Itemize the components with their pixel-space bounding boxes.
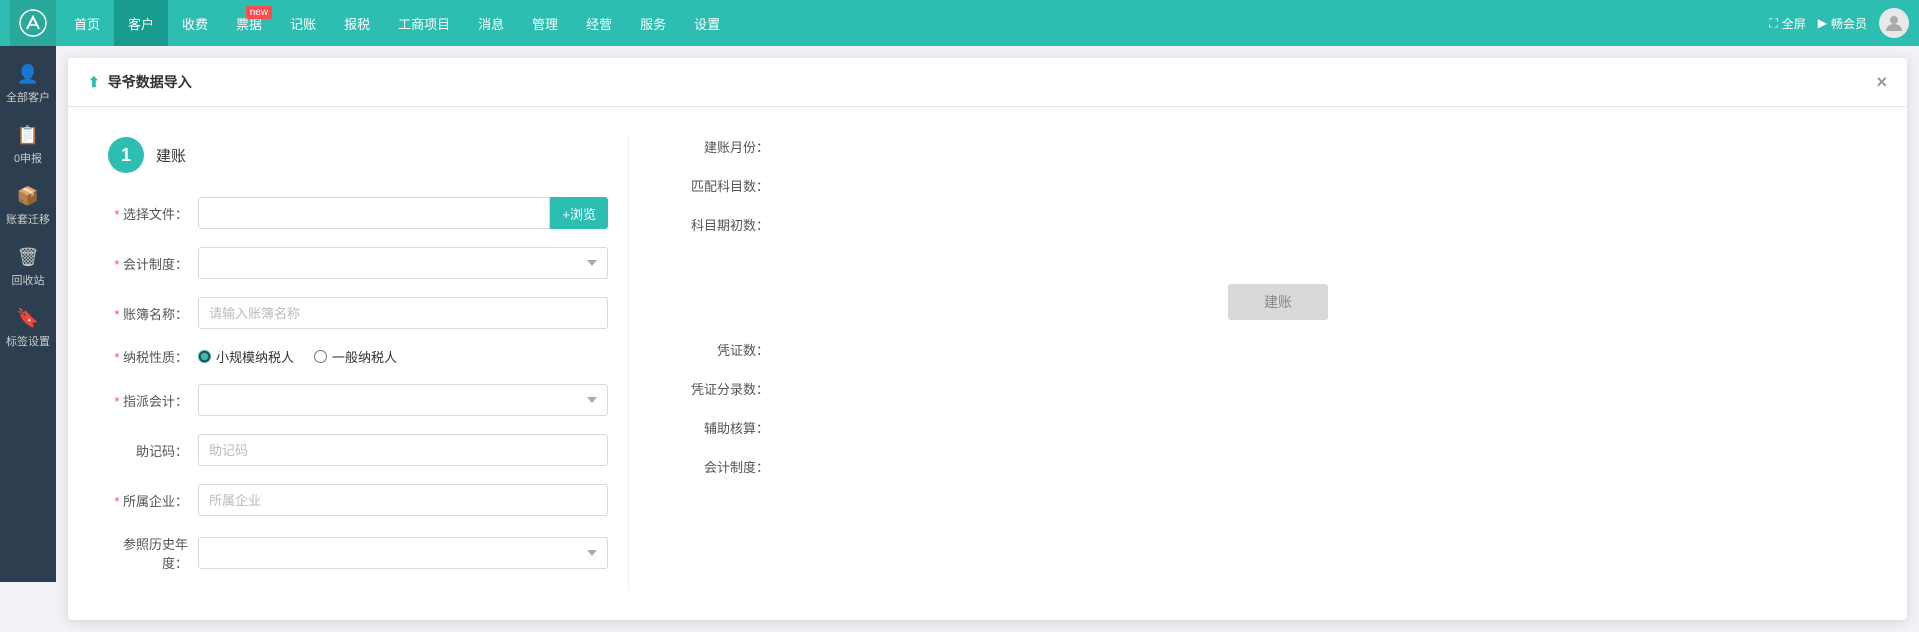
browse-button[interactable]: +浏览 [550, 197, 608, 229]
match-subjects-row: 匹配科目数： [689, 176, 1867, 195]
nav-badge-new: new [246, 6, 272, 19]
dialog-header: ⬆ 导爷数据导入 × [68, 58, 1907, 107]
right-accounting-system-label: 会计制度： [689, 457, 779, 476]
fullscreen-btn[interactable]: ⛶ 全屏 [1769, 15, 1805, 32]
tax-general-label[interactable]: 一般纳税人 [314, 347, 397, 366]
create-account-button[interactable]: 建账 [1228, 284, 1328, 320]
dialog-body: 1 建账 选择文件： +浏览 会计制度： [68, 107, 1907, 620]
subject-initial-row: 科目期初数： [689, 215, 1867, 234]
vip-btn[interactable]: ▶ 畅会员 [1818, 15, 1867, 32]
nav-item-bookkeeping[interactable]: 记账 [276, 0, 330, 46]
memo-row: 助记码： [108, 434, 608, 466]
nav-menu: 首页 客户 收费 票据 new 记账 报税 工商项目 消息 管理 经营 服务 设… [60, 0, 1769, 46]
migration-icon: 📦 [17, 186, 39, 207]
app-logo[interactable] [10, 0, 56, 46]
history-year-row: 参照历史年度： [108, 534, 608, 572]
tax-type-radio-group: 小规模纳税人 一般纳税人 [198, 347, 397, 366]
nav-item-management[interactable]: 管理 [518, 0, 572, 46]
nav-item-messages[interactable]: 消息 [464, 0, 518, 46]
ledger-name-input[interactable] [198, 297, 608, 329]
voucher-entries-label: 凭证分录数： [689, 379, 779, 398]
nav-item-tax[interactable]: 报税 [330, 0, 384, 46]
tax-general-radio[interactable] [314, 350, 327, 363]
sidebar-item-migration[interactable]: 📦 账套迁移 [0, 176, 56, 237]
sidebar-item-zero-report[interactable]: 📋 0申报 [0, 115, 56, 176]
tax-type-row: 纳税性质： 小规模纳税人 一般纳税人 [108, 347, 608, 366]
nav-item-fees[interactable]: 收费 [168, 0, 222, 46]
file-input-group: +浏览 [198, 197, 608, 229]
form-section: 1 建账 选择文件： +浏览 会计制度： [108, 137, 608, 590]
accountant-select[interactable] [198, 384, 608, 416]
voucher-count-row: 凭证数： [689, 340, 1867, 359]
memo-label: 助记码： [108, 441, 198, 460]
ledger-name-row: 账簿名称： [108, 297, 608, 329]
dialog-title: 导爷数据导入 [108, 72, 192, 92]
step-circle: 1 [108, 137, 144, 173]
top-nav: 首页 客户 收费 票据 new 记账 报税 工商项目 消息 管理 经营 服务 设… [0, 0, 1919, 46]
sidebar-item-tags[interactable]: 🔖 标签设置 [0, 298, 56, 359]
voucher-entries-row: 凭证分录数： [689, 379, 1867, 398]
history-year-select[interactable] [198, 537, 608, 569]
accounting-system-label: 会计制度： [108, 254, 198, 273]
nav-item-settings[interactable]: 设置 [680, 0, 734, 46]
nav-item-operations[interactable]: 经营 [572, 0, 626, 46]
build-month-label: 建账月份： [689, 137, 779, 156]
voucher-count-label: 凭证数： [689, 340, 779, 359]
history-year-label: 参照历史年度： [108, 534, 198, 572]
company-label: 所属企业： [108, 491, 198, 510]
match-subjects-label: 匹配科目数： [689, 176, 779, 195]
step-header: 1 建账 [108, 137, 608, 173]
sidebar-item-recycle[interactable]: 🗑 回收站 [0, 237, 56, 298]
file-row: 选择文件： +浏览 [108, 197, 608, 229]
build-month-row: 建账月份： [689, 137, 1867, 156]
step-label: 建账 [156, 145, 186, 166]
nav-item-home[interactable]: 首页 [60, 0, 114, 46]
file-label: 选择文件： [108, 204, 198, 223]
nav-item-services[interactable]: 服务 [626, 0, 680, 46]
accountant-label: 指派会计： [108, 391, 198, 410]
company-row: 所属企业： [108, 484, 608, 516]
file-input[interactable] [198, 197, 550, 229]
aux-accounting-label: 辅助核算： [689, 418, 779, 437]
memo-input[interactable] [198, 434, 608, 466]
zero-report-icon: 📋 [17, 125, 39, 146]
nav-item-business[interactable]: 工商项目 [384, 0, 464, 46]
company-input[interactable] [198, 484, 608, 516]
tax-type-label: 纳税性质： [108, 347, 198, 366]
main-content: ⬆ 导爷数据导入 × 1 建账 选择文件： +浏览 [56, 46, 1919, 632]
tags-icon: 🔖 [17, 308, 39, 329]
fullscreen-icon: ⛶ [1769, 16, 1777, 31]
dialog: ⬆ 导爷数据导入 × 1 建账 选择文件： +浏览 [68, 58, 1907, 620]
accountant-row: 指派会计： [108, 384, 608, 416]
import-icon: ⬆ [88, 74, 100, 91]
accounting-system-row: 会计制度： [108, 247, 608, 279]
ledger-name-label: 账簿名称： [108, 304, 198, 323]
sidebar: 👤 全部客户 📋 0申报 📦 账套迁移 🗑 回收站 🔖 标签设置 [0, 46, 56, 582]
info-section: 建账月份： 匹配科目数： 科目期初数： 建账 凭证数： [628, 137, 1867, 590]
nav-right: ⛶ 全屏 ▶ 畅会员 [1769, 8, 1909, 38]
nav-item-customers[interactable]: 客户 [114, 0, 168, 46]
right-accounting-system-row: 会计制度： [689, 457, 1867, 476]
recycle-icon: 🗑 [17, 247, 40, 268]
sidebar-item-all-clients[interactable]: 👤 全部客户 [0, 54, 56, 115]
dialog-close-button[interactable]: × [1876, 73, 1887, 91]
nav-item-bills[interactable]: 票据 new [222, 0, 276, 46]
vip-icon: ▶ [1818, 16, 1827, 30]
tax-small-label[interactable]: 小规模纳税人 [198, 347, 294, 366]
create-btn-wrapper: 建账 [689, 264, 1867, 320]
tax-small-radio[interactable] [198, 350, 211, 363]
all-clients-icon: 👤 [17, 64, 39, 85]
accounting-system-select[interactable] [198, 247, 608, 279]
subject-initial-label: 科目期初数： [689, 215, 779, 234]
aux-accounting-row: 辅助核算： [689, 418, 1867, 437]
avatar[interactable] [1879, 8, 1909, 38]
